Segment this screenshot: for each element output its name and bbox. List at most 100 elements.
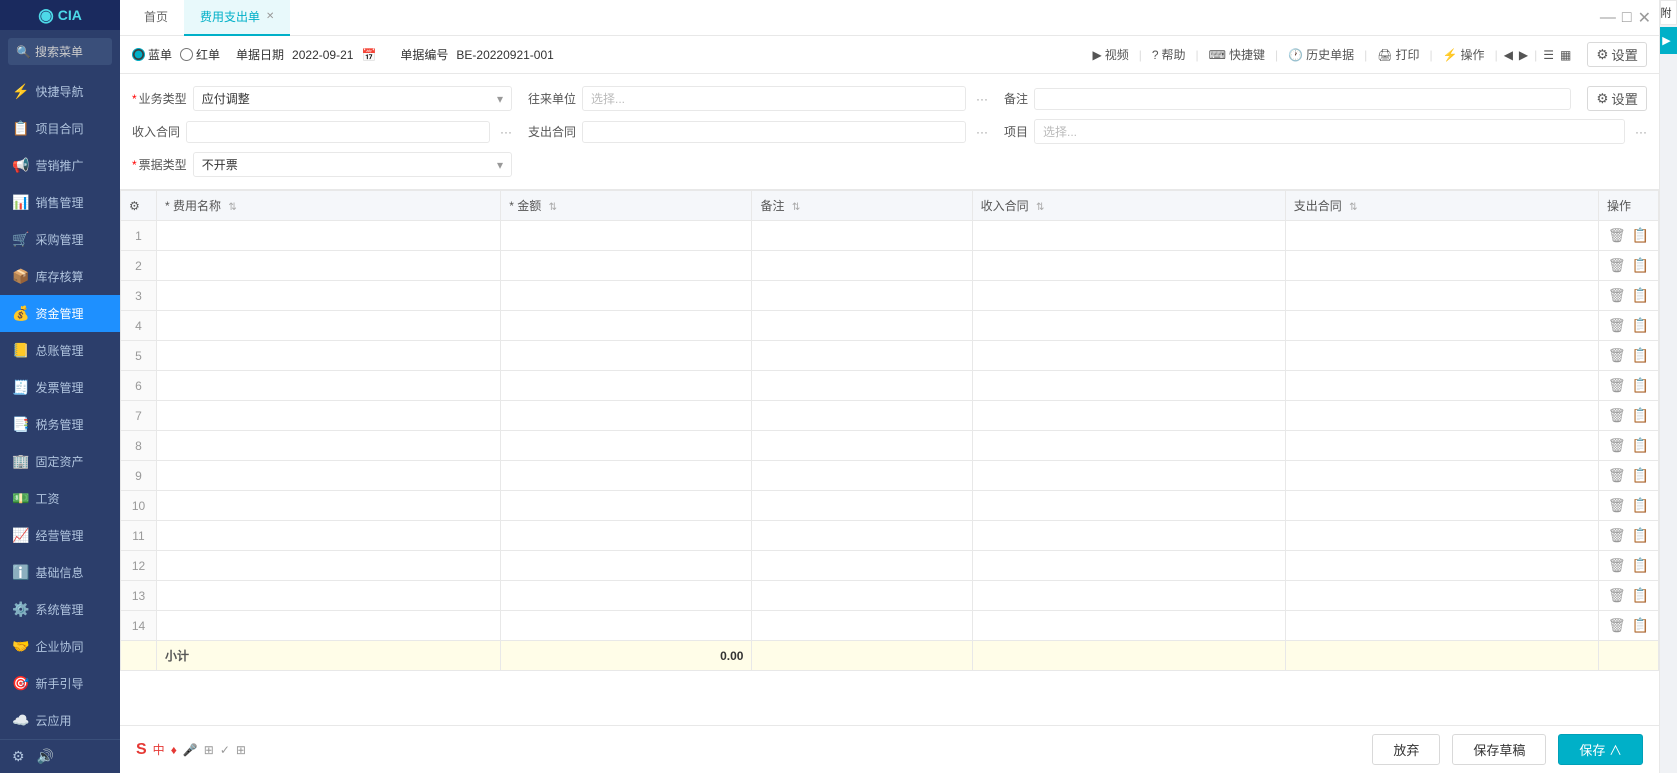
- sidebar-item-payroll[interactable]: 💵 工资: [0, 480, 120, 517]
- remark-cell-6[interactable]: [752, 371, 972, 401]
- amount-cell-5[interactable]: [501, 341, 752, 371]
- discard-button[interactable]: 放弃: [1372, 734, 1440, 765]
- delete-icon-6[interactable]: 🗑: [1608, 377, 1626, 394]
- nav-next-icon[interactable]: ▶: [1519, 48, 1528, 62]
- window-close-icon[interactable]: ✕: [1638, 8, 1651, 28]
- delete-icon-1[interactable]: 🗑: [1608, 227, 1626, 244]
- delete-icon-7[interactable]: 🗑: [1608, 407, 1626, 424]
- expense-contract-input[interactable]: [582, 121, 966, 143]
- remark-cell-7[interactable]: [752, 401, 972, 431]
- search-menu-button[interactable]: 🔍 搜索菜单: [8, 38, 112, 65]
- expense-name-cell-12[interactable]: [157, 551, 501, 581]
- copy-icon-7[interactable]: 📋: [1632, 407, 1649, 424]
- sidebar-item-system[interactable]: ⚙️ 系统管理: [0, 591, 120, 628]
- partner-select[interactable]: 选择...: [582, 86, 966, 111]
- income-contract-cell-12[interactable]: [972, 551, 1285, 581]
- video-button[interactable]: ▶ 视频: [1088, 44, 1132, 65]
- sidebar-item-accounting[interactable]: 📒 总账管理: [0, 332, 120, 369]
- sidebar-item-new-guide[interactable]: 🎯 新手引导: [0, 665, 120, 702]
- copy-icon-12[interactable]: 📋: [1632, 557, 1649, 574]
- expense-name-cell-14[interactable]: [157, 611, 501, 641]
- copy-icon-14[interactable]: 📋: [1632, 617, 1649, 634]
- delete-icon-12[interactable]: 🗑: [1608, 557, 1626, 574]
- sidebar-item-capital[interactable]: 💰 资金管理: [0, 295, 120, 332]
- expense-name-cell-9[interactable]: [157, 461, 501, 491]
- table-settings-icon[interactable]: ⚙: [129, 199, 140, 213]
- active-panel-tab[interactable]: ▶: [1660, 27, 1677, 54]
- expense-contract-cell-3[interactable]: [1285, 281, 1598, 311]
- income-contract-cell-2[interactable]: [972, 251, 1285, 281]
- delete-icon-5[interactable]: 🗑: [1608, 347, 1626, 364]
- nav-prev-icon[interactable]: ◀: [1504, 48, 1513, 62]
- income-contract-more-icon[interactable]: ···: [500, 125, 512, 139]
- history-button[interactable]: 🕐 历史单据: [1284, 44, 1358, 65]
- calendar-icon[interactable]: 📅: [361, 48, 376, 62]
- expense-contract-cell-11[interactable]: [1285, 521, 1598, 551]
- copy-icon-8[interactable]: 📋: [1632, 437, 1649, 454]
- expense-contract-cell-14[interactable]: [1285, 611, 1598, 641]
- remark-cell-5[interactable]: [752, 341, 972, 371]
- view-list-icon[interactable]: ☰: [1543, 48, 1554, 62]
- radio-blue-input[interactable]: [132, 48, 145, 61]
- income-contract-cell-6[interactable]: [972, 371, 1285, 401]
- remark-cell-12[interactable]: [752, 551, 972, 581]
- remark-cell-3[interactable]: [752, 281, 972, 311]
- copy-icon-1[interactable]: 📋: [1632, 227, 1649, 244]
- income-contract-sort-icon[interactable]: ⇅: [1036, 202, 1044, 213]
- amount-cell-13[interactable]: [501, 581, 752, 611]
- help-button[interactable]: ? 帮助: [1148, 44, 1190, 65]
- delete-icon-8[interactable]: 🗑: [1608, 437, 1626, 454]
- sidebar-item-tax[interactable]: 📑 税务管理: [0, 406, 120, 443]
- delete-icon-11[interactable]: 🗑: [1608, 527, 1626, 544]
- expense-name-cell-10[interactable]: [157, 491, 501, 521]
- expense-name-cell-13[interactable]: [157, 581, 501, 611]
- tab-home[interactable]: 首页: [128, 0, 184, 36]
- remark-cell-11[interactable]: [752, 521, 972, 551]
- expense-contract-sort-icon[interactable]: ⇅: [1349, 202, 1357, 213]
- partner-more-icon[interactable]: ···: [976, 92, 988, 106]
- remark-cell-8[interactable]: [752, 431, 972, 461]
- amount-cell-4[interactable]: [501, 311, 752, 341]
- amount-cell-10[interactable]: [501, 491, 752, 521]
- sidebar-item-project-contract[interactable]: 📋 项目合同: [0, 110, 120, 147]
- expense-name-cell-7[interactable]: [157, 401, 501, 431]
- tab-expense[interactable]: 费用支出单 ✕: [184, 0, 290, 36]
- amount-cell-12[interactable]: [501, 551, 752, 581]
- amount-cell-8[interactable]: [501, 431, 752, 461]
- income-contract-cell-10[interactable]: [972, 491, 1285, 521]
- income-contract-cell-9[interactable]: [972, 461, 1285, 491]
- delete-icon-2[interactable]: 🗑: [1608, 257, 1626, 274]
- delete-icon-3[interactable]: 🗑: [1608, 287, 1626, 304]
- delete-icon-9[interactable]: 🗑: [1608, 467, 1626, 484]
- sidebar-item-purchase[interactable]: 🛒 采购管理: [0, 221, 120, 258]
- remark-cell-4[interactable]: [752, 311, 972, 341]
- copy-icon-2[interactable]: 📋: [1632, 257, 1649, 274]
- project-more-icon[interactable]: ···: [1635, 125, 1647, 139]
- remark-cell-10[interactable]: [752, 491, 972, 521]
- window-maximize-icon[interactable]: □: [1622, 9, 1632, 27]
- invoice-type-select[interactable]: 不开票 ▾: [193, 152, 512, 177]
- delete-icon-13[interactable]: 🗑: [1608, 587, 1626, 604]
- sidebar-item-cloud-apps[interactable]: ☁️ 云应用: [0, 702, 120, 739]
- expense-name-cell-2[interactable]: [157, 251, 501, 281]
- attachment-panel-tab[interactable]: 附: [1660, 0, 1677, 25]
- copy-icon-13[interactable]: 📋: [1632, 587, 1649, 604]
- business-type-select[interactable]: 应付调整 ▾: [193, 86, 512, 111]
- amount-sort-icon[interactable]: ⇅: [549, 202, 557, 213]
- radio-red-label[interactable]: 红单: [180, 46, 220, 63]
- sidebar-item-fixed-assets[interactable]: 🏢 固定资产: [0, 443, 120, 480]
- income-contract-cell-14[interactable]: [972, 611, 1285, 641]
- expense-contract-cell-9[interactable]: [1285, 461, 1598, 491]
- save-button[interactable]: 保存 ∧: [1558, 734, 1643, 765]
- delete-icon-4[interactable]: 🗑: [1608, 317, 1626, 334]
- settings-button[interactable]: ⚙ 设置: [1587, 42, 1647, 67]
- tab-close-icon[interactable]: ✕: [266, 11, 274, 22]
- copy-icon-4[interactable]: 📋: [1632, 317, 1649, 334]
- amount-cell-14[interactable]: [501, 611, 752, 641]
- remark-cell-9[interactable]: [752, 461, 972, 491]
- expense-name-cell-3[interactable]: [157, 281, 501, 311]
- sidebar-item-inventory[interactable]: 📦 库存核算: [0, 258, 120, 295]
- expense-name-cell-11[interactable]: [157, 521, 501, 551]
- delete-icon-14[interactable]: 🗑: [1608, 617, 1626, 634]
- amount-cell-11[interactable]: [501, 521, 752, 551]
